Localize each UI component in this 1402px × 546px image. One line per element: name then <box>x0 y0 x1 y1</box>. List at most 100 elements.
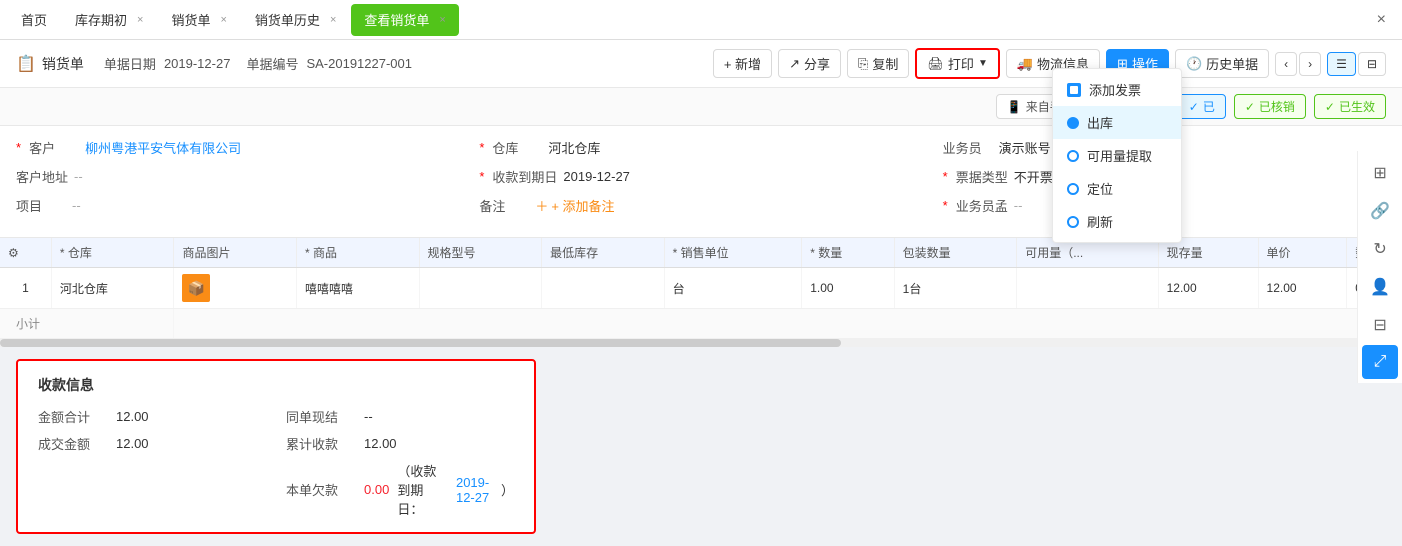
cumulative-value: 12.00 <box>364 436 397 451</box>
dropdown-item-available-extract[interactable]: 可用量提取 <box>1053 139 1181 172</box>
col-warehouse: * 仓库 <box>51 238 174 268</box>
payment-title: 收款信息 <box>38 375 514 395</box>
row-unit-price: 12.00 <box>1258 268 1347 309</box>
copy-button[interactable]: ⎘ 复制 <box>847 49 909 78</box>
print-icon: 🖨 <box>927 56 944 72</box>
share-icon: ↗ <box>789 56 800 72</box>
checked-button[interactable]: ✓ 已 <box>1178 94 1226 119</box>
dropdown-item-refresh[interactable]: 刷新 <box>1053 205 1181 238</box>
col-spec: 规格型号 <box>419 238 542 268</box>
tab-sales-history-close[interactable]: × <box>330 14 336 26</box>
doc-number-label: 单据编号 SA-20191227-001 <box>246 54 412 73</box>
tab-sales-history[interactable]: 销货单历史 × <box>242 4 349 36</box>
due-date-required: * <box>479 169 484 184</box>
owed-label: 本单欠款 <box>286 480 356 499</box>
settings-icon: ⚙ <box>8 246 19 260</box>
share-button[interactable]: ↗ 分享 <box>778 49 841 78</box>
add-note-button[interactable]: ＋ + 添加备注 <box>535 196 614 215</box>
copy-icon: ⎘ <box>858 56 868 72</box>
col-min-stock: 最低库存 <box>542 238 665 268</box>
dropdown-item-add-invoice[interactable]: 添加发票 <box>1053 73 1181 106</box>
tab-home-label: 首页 <box>21 10 47 29</box>
tab-inventory-init[interactable]: 库存期初 × <box>62 4 156 36</box>
locate-icon <box>1067 183 1079 195</box>
available-extract-icon <box>1067 150 1079 162</box>
tab-sales-order[interactable]: 销货单 × <box>158 4 239 36</box>
row-spec <box>419 268 542 309</box>
next-arrow[interactable]: › <box>1299 52 1321 76</box>
sidebar-expand-icon[interactable]: ⊞ <box>1362 155 1398 191</box>
print-button[interactable]: 🖨 打印 ▼ <box>915 48 999 79</box>
outbound-icon <box>1067 117 1079 129</box>
dropdown-item-locate[interactable]: 定位 <box>1053 172 1181 205</box>
col-unit: * 销售单位 <box>664 238 802 268</box>
sidebar-fullscreen-icon[interactable]: ⤢ <box>1362 345 1398 379</box>
refresh-icon <box>1067 216 1079 228</box>
check-icon: ✓ <box>1189 100 1199 114</box>
row-pack-qty: 1台 <box>894 268 1017 309</box>
tab-view-sales[interactable]: 查看销货单 × <box>351 4 458 36</box>
warehouse-field: * 仓库 河北仓库 <box>479 138 922 157</box>
tab-home[interactable]: 首页 <box>8 4 60 36</box>
right-sidebar: ⊞ 🔗 ↻ 👤 ⊟ ⤢ <box>1357 151 1402 383</box>
cancelled-button[interactable]: ✓ 已核销 <box>1234 94 1306 119</box>
row-quantity: 1.00 <box>802 268 894 309</box>
tab-sales-order-close[interactable]: × <box>220 14 226 26</box>
effective-button[interactable]: ✓ 已生效 <box>1314 94 1386 119</box>
history-button[interactable]: 🕐 历史单据 <box>1175 49 1269 78</box>
tab-sales-history-label: 销货单历史 <box>255 10 320 29</box>
owed-value: 0.00 <box>364 482 389 497</box>
note-field: 备注 ＋ + 添加备注 <box>479 196 922 215</box>
view-grid-button[interactable]: ⊟ <box>1358 52 1386 76</box>
doc-title-text: 销货单 <box>42 54 84 74</box>
scroll-area[interactable] <box>0 339 1402 347</box>
sidebar-rotate-icon[interactable]: ↻ <box>1362 231 1398 267</box>
doc-date-label: 单据日期 2019-12-27 <box>104 54 231 73</box>
col-product: * 商品 <box>296 238 419 268</box>
owed-date: 2019-12-27 <box>456 475 493 505</box>
doc-actions: + 新增 ↗ 分享 ⎘ 复制 🖨 打印 ▼ 🚚 物流信息 ⊞ 操作 <box>713 48 1386 79</box>
form-section: * 客户 柳州粤港平安气体有限公司 * 仓库 河北仓库 业务员 演示账号 客户地… <box>0 126 1402 237</box>
sidebar-settings-icon[interactable]: ⊟ <box>1362 307 1398 343</box>
row-available <box>1017 268 1158 309</box>
salesperson-required: * <box>943 198 948 213</box>
sidebar-link-icon[interactable]: 🔗 <box>1362 193 1398 229</box>
payment-deal-row: 成交金额 12.00 <box>38 434 266 453</box>
deal-amount-value: 12.00 <box>116 436 149 451</box>
row-unit: 台 <box>664 268 802 309</box>
doc-header: 📋 销货单 单据日期 2019-12-27 单据编号 SA-20191227-0… <box>0 40 1402 88</box>
tab-sales-order-label: 销货单 <box>171 10 210 29</box>
new-button[interactable]: + 新增 <box>713 49 772 78</box>
payment-cumulative-row: 累计收款 12.00 <box>286 434 514 453</box>
view-list-button[interactable]: ☰ <box>1327 52 1356 76</box>
customer-field: * 客户 柳州粤港平安气体有限公司 <box>16 138 459 157</box>
plus-icon: ＋ <box>535 196 548 215</box>
row-product: 嘻嘻嘻嘻 <box>296 268 419 309</box>
doc-meta: 单据日期 2019-12-27 单据编号 SA-20191227-001 <box>104 54 412 73</box>
data-table: ⚙ * 仓库 商品图片 * 商品 规格型号 最低库存 * 销售单位 * 数量 包… <box>0 238 1402 339</box>
phone-icon: 📱 <box>1007 100 1022 114</box>
prev-arrow[interactable]: ‹ <box>1275 52 1297 76</box>
tab-view-sales-close[interactable]: × <box>439 14 445 26</box>
cumulative-label: 累计收款 <box>286 434 356 453</box>
dropdown-menu: 添加发票 出库 可用量提取 定位 刷新 <box>1052 68 1182 243</box>
payment-same-order-row: 同单现结 -- <box>286 407 514 426</box>
history-icon: 🕐 <box>1186 56 1202 72</box>
sidebar-user-icon[interactable]: 👤 <box>1362 269 1398 305</box>
doc-title: 📋 销货单 <box>16 54 84 74</box>
view-toggle: ☰ ⊟ <box>1327 52 1386 76</box>
dropdown-item-outbound[interactable]: 出库 <box>1053 106 1181 139</box>
dropdown-arrow: ▼ <box>978 58 988 69</box>
project-field: 项目 -- <box>16 196 459 215</box>
tab-bar-close-button[interactable]: × <box>1369 7 1394 33</box>
truck-icon: 🚚 <box>1017 56 1033 72</box>
col-pack-qty: 包装数量 <box>894 238 1017 268</box>
doc-icon: 📋 <box>16 54 36 74</box>
warehouse-required: * <box>479 140 484 155</box>
tab-view-sales-label: 查看销货单 <box>364 10 429 29</box>
tab-inventory-init-close[interactable]: × <box>137 14 143 26</box>
payment-total-row: 金额合计 12.00 <box>38 407 266 426</box>
ticket-type-required: * <box>943 169 948 184</box>
tab-bar: 首页 库存期初 × 销货单 × 销货单历史 × 查看销货单 × × <box>0 0 1402 40</box>
col-settings[interactable]: ⚙ <box>0 238 51 268</box>
